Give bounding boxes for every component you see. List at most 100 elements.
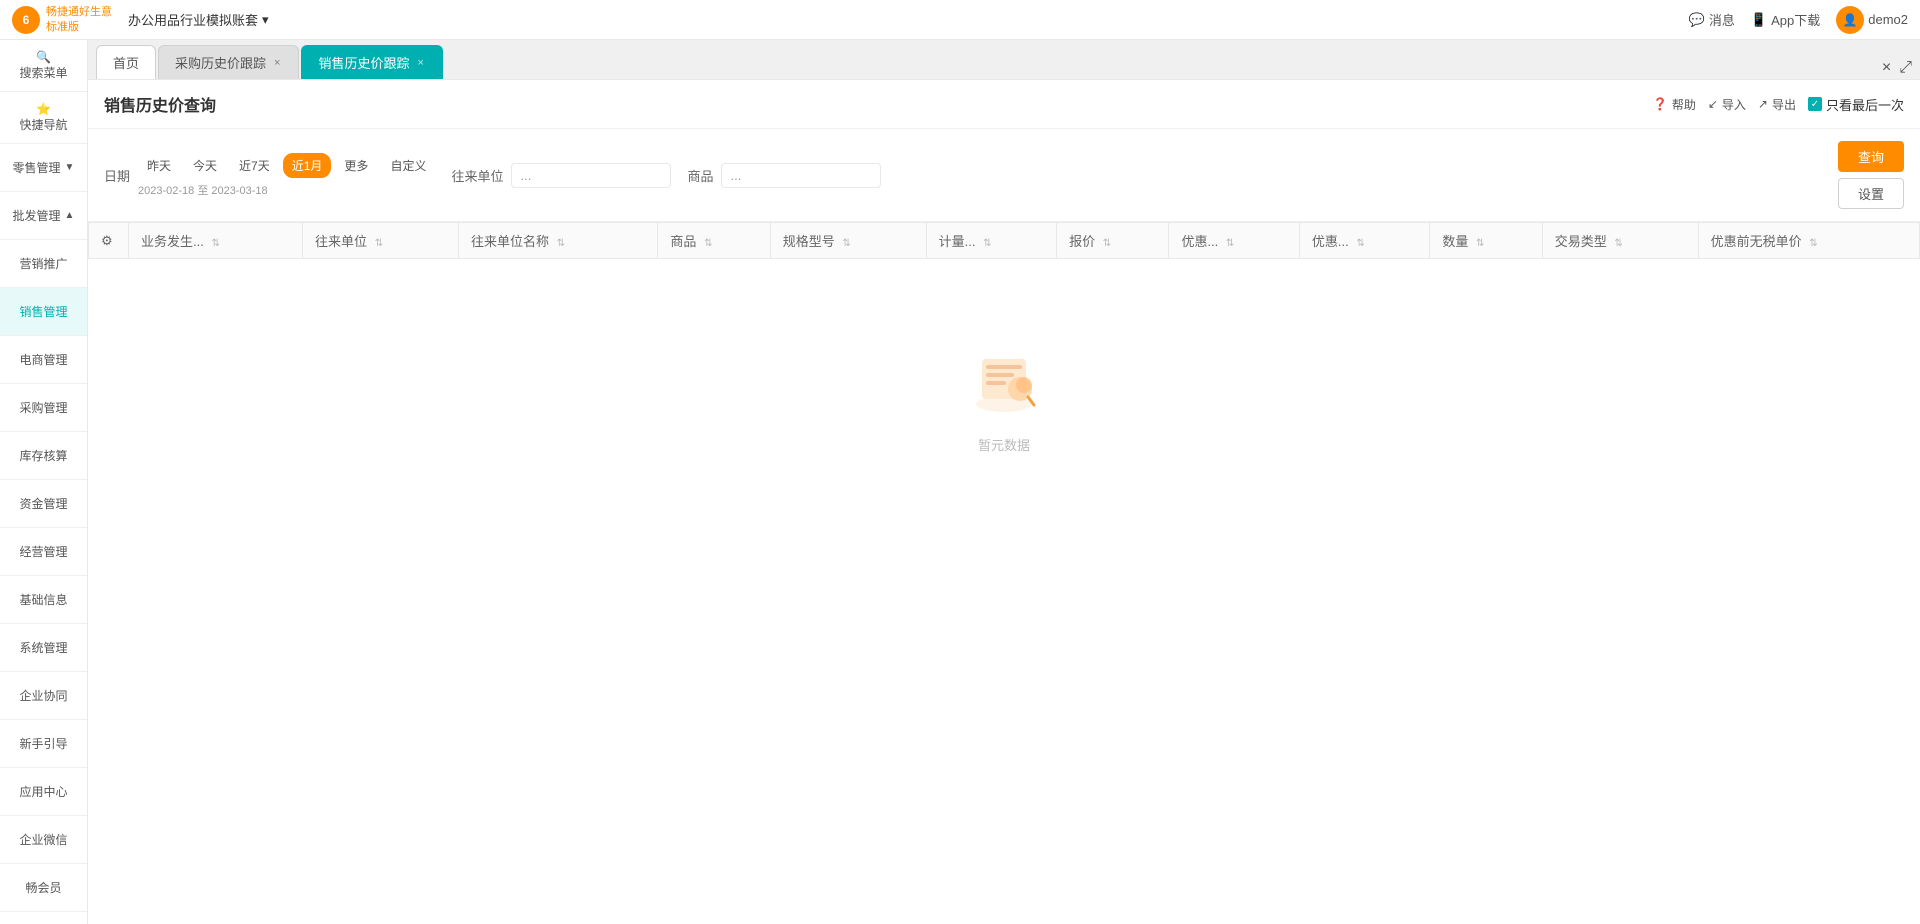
top-bar-left: 6 畅捷通好生意 标准版 办公用品行业模拟账套 ▾ — [12, 5, 277, 34]
sidebar-item-purchase-mgmt[interactable]: 采购管理 — [0, 384, 87, 432]
sort-icon: ⇅ — [375, 238, 383, 249]
page-actions: ❓ 帮助 ↙ 导入 ↗ 导出 ✓ 只看最后一次 — [1653, 95, 1904, 114]
top-bar: 6 畅捷通好生意 标准版 办公用品行业模拟账套 ▾ 💬 消息 📱 App下载 👤… — [0, 0, 1920, 40]
sidebar-item-quick-nav[interactable]: ⭐ 快捷导航 — [0, 92, 87, 144]
sidebar-item-finance[interactable]: 资金管理 — [0, 480, 87, 528]
page-header: 销售历史价查询 ❓ 帮助 ↙ 导入 ↗ 导出 ✓ — [88, 80, 1920, 129]
empty-text: 暂元数据 — [978, 435, 1030, 454]
sidebar-item-system[interactable]: 系统管理 — [0, 624, 87, 672]
import-btn[interactable]: ↙ 导入 — [1708, 96, 1746, 113]
date-btn-last1month[interactable]: 近1月 — [283, 153, 332, 178]
table-col-trade-type[interactable]: 交易类型 ⇅ — [1542, 223, 1698, 259]
filter-area: 日期 昨天 今天 近7天 近1月 更多 自定义 2023-02-18 至 202… — [88, 129, 1920, 222]
table-col-partner-code[interactable]: 往来单位 ⇅ — [303, 223, 459, 259]
help-btn[interactable]: ❓ 帮助 — [1653, 96, 1696, 113]
sidebar-item-basic-info[interactable]: 基础信息 — [0, 576, 87, 624]
quick-nav-icon: ⭐ — [36, 102, 51, 116]
sidebar-item-operations[interactable]: 经营管理 — [0, 528, 87, 576]
table-header-row: ⚙ 业务发生... ⇅ 往来单位 ⇅ 往来单位名称 ⇅ — [89, 223, 1920, 259]
page-content: 销售历史价查询 ❓ 帮助 ↙ 导入 ↗ 导出 ✓ — [88, 80, 1920, 924]
tab-sales[interactable]: 销售历史价跟踪 × — [301, 45, 442, 79]
empty-illustration — [964, 339, 1044, 419]
close-all-tabs-btn[interactable]: × — [1882, 59, 1891, 77]
logo-text: 畅捷通好生意 标准版 — [46, 5, 112, 34]
app-icon: 📱 — [1751, 12, 1767, 28]
table-col-product[interactable]: 商品 ⇅ — [658, 223, 770, 259]
date-filter-label: 日期 — [104, 166, 130, 185]
workspace-chevron-icon: ▾ — [262, 12, 269, 28]
sidebar-item-sales-mgmt[interactable]: 销售管理 — [0, 288, 87, 336]
export-icon: ↗ — [1758, 97, 1768, 111]
sidebar-item-inventory[interactable]: 库存核算 — [0, 432, 87, 480]
table-col-unit[interactable]: 计量... ⇅ — [926, 223, 1056, 259]
partner-input[interactable]: ... — [511, 163, 671, 188]
table-header: ⚙ 业务发生... ⇅ 往来单位 ⇅ 往来单位名称 ⇅ — [89, 223, 1920, 259]
sidebar-item-marketing[interactable]: 营销推广 — [0, 240, 87, 288]
sort-icon: ⇅ — [1103, 238, 1111, 249]
sidebar-item-member[interactable]: 畅会员 — [0, 864, 87, 912]
product-filter-label: 商品 — [687, 166, 713, 185]
message-icon: 💬 — [1689, 12, 1705, 28]
avatar: 👤 — [1836, 6, 1864, 34]
date-btn-more[interactable]: 更多 — [335, 153, 377, 178]
table-col-spec[interactable]: 规格型号 ⇅ — [770, 223, 926, 259]
table-col-discount2[interactable]: 优惠... ⇅ — [1299, 223, 1429, 259]
sidebar-item-wholesale[interactable]: 批发管理 ▲ — [0, 192, 87, 240]
sidebar-item-search[interactable]: 🔍 搜索菜单 — [0, 40, 87, 92]
date-btn-last7[interactable]: 近7天 — [230, 153, 279, 178]
import-icon: ↙ — [1708, 97, 1718, 111]
content-area: 首页 采购历史价跟踪 × 销售历史价跟踪 × × ⤢ 销售历史价查询 — [88, 40, 1920, 924]
tab-sales-close[interactable]: × — [415, 55, 425, 71]
sort-icon: ⇅ — [1809, 238, 1817, 249]
data-table: ⚙ 业务发生... ⇅ 往来单位 ⇅ 往来单位名称 ⇅ — [88, 222, 1920, 259]
date-btn-today[interactable]: 今天 — [184, 153, 226, 178]
maximize-btn[interactable]: ⤢ — [1899, 59, 1912, 77]
action-buttons: 查询 设置 — [1838, 141, 1904, 209]
table-col-price[interactable]: 报价 ⇅ — [1057, 223, 1169, 259]
table-col-discount1[interactable]: 优惠... ⇅ — [1169, 223, 1299, 259]
logo-area: 6 畅捷通好生意 标准版 — [12, 5, 112, 34]
settings-button[interactable]: 设置 — [1838, 178, 1904, 209]
message-btn[interactable]: 💬 消息 — [1689, 10, 1735, 29]
sidebar-item-retail[interactable]: 零售管理 ▼ — [0, 144, 87, 192]
tab-purchase[interactable]: 采购历史价跟踪 × — [158, 45, 299, 79]
table-col-business-date[interactable]: 业务发生... ⇅ — [129, 223, 303, 259]
app-download-btn[interactable]: 📱 App下载 — [1751, 10, 1820, 29]
only-last-checkbox[interactable]: ✓ — [1808, 97, 1822, 111]
date-range-display: 2023-02-18 至 2023-03-18 — [138, 182, 435, 198]
tab-home[interactable]: 首页 — [96, 45, 156, 79]
table-col-gear[interactable]: ⚙ — [89, 223, 129, 259]
date-btn-yesterday[interactable]: 昨天 — [138, 153, 180, 178]
table-col-partner-name[interactable]: 往来单位名称 ⇅ — [458, 223, 657, 259]
sort-icon: ⇅ — [1614, 238, 1622, 249]
table-col-tax-price[interactable]: 优惠前无税单价 ⇅ — [1698, 223, 1919, 259]
sort-icon: ⇅ — [1356, 238, 1364, 249]
only-last-checkbox-label[interactable]: ✓ 只看最后一次 — [1808, 95, 1904, 114]
export-btn[interactable]: ↗ 导出 — [1758, 96, 1796, 113]
sidebar-item-app-center[interactable]: 应用中心 — [0, 768, 87, 816]
workspace-label: 办公用品行业模拟账套 — [128, 10, 258, 29]
chevron-up-icon: ▲ — [65, 210, 75, 221]
date-filter-group: 日期 昨天 今天 近7天 近1月 更多 自定义 2023-02-18 至 202… — [104, 153, 435, 198]
sidebar-item-enterprise[interactable]: 企业协同 — [0, 672, 87, 720]
product-input-value: ... — [730, 168, 741, 183]
sidebar-item-wechat[interactable]: 企业微信 — [0, 816, 87, 864]
user-menu[interactable]: 👤 demo2 — [1836, 6, 1908, 34]
sidebar-item-ecommerce[interactable]: 电商管理 — [0, 336, 87, 384]
date-buttons: 昨天 今天 近7天 近1月 更多 自定义 — [138, 153, 435, 178]
tab-bar: 首页 采购历史价跟踪 × 销售历史价跟踪 × × ⤢ — [88, 40, 1920, 80]
empty-state: 暂元数据 — [88, 259, 1920, 534]
sidebar: 🔍 搜索菜单 ⭐ 快捷导航 零售管理 ▼ 批发管理 ▲ 营销推广 销售管理 电商… — [0, 40, 88, 924]
tab-actions: × ⤢ — [1882, 59, 1912, 79]
query-button[interactable]: 查询 — [1838, 141, 1904, 172]
sidebar-item-guide[interactable]: 新手引导 — [0, 720, 87, 768]
product-input[interactable]: ... — [721, 163, 881, 188]
table-col-qty[interactable]: 数量 ⇅ — [1430, 223, 1542, 259]
sort-icon: ⇅ — [983, 238, 991, 249]
chevron-down-icon: ▼ — [65, 162, 75, 173]
top-bar-right: 💬 消息 📱 App下载 👤 demo2 — [1689, 6, 1908, 34]
workspace-selector[interactable]: 办公用品行业模拟账套 ▾ — [120, 6, 277, 33]
tab-purchase-close[interactable]: × — [272, 55, 282, 71]
date-btn-custom[interactable]: 自定义 — [381, 153, 435, 178]
product-filter-group: 商品 ... — [687, 163, 881, 188]
